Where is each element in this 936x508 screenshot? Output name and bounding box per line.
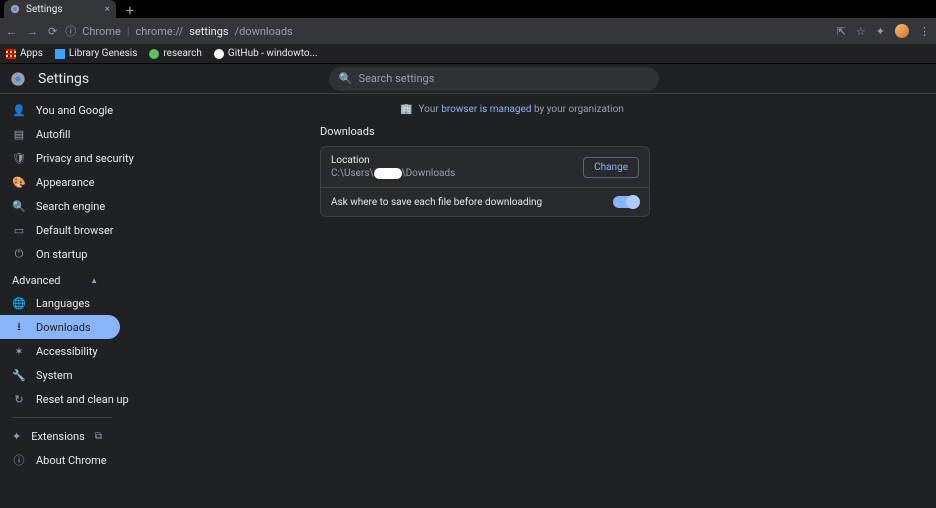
- shield-icon: 🛡: [12, 152, 26, 165]
- search-icon: 🔍: [339, 72, 353, 85]
- settings-sidebar: 👤You and Google ▤Autofill 🛡Privacy and s…: [0, 94, 150, 472]
- building-icon: 🏢: [400, 104, 412, 115]
- settings-header: Settings 🔍: [0, 64, 936, 94]
- search-icon: 🔍: [12, 200, 26, 213]
- sidebar-item-autofill[interactable]: ▤Autofill: [0, 122, 150, 146]
- downloads-card: Location C:\Users\xxxx\Downloads Change …: [320, 146, 650, 217]
- caret-icon[interactable]: ⌄: [864, 0, 872, 3]
- location-value: C:\Users\xxxx\Downloads: [331, 168, 455, 179]
- power-icon: ⏻: [12, 247, 26, 261]
- sidebar-advanced-toggle[interactable]: Advanced▲: [0, 266, 150, 291]
- menu-icon[interactable]: ⋮: [919, 25, 930, 38]
- sidebar-item-downloads[interactable]: ⭳Downloads: [0, 315, 120, 339]
- settings-content: 🏢 Your browser is managed by your organi…: [150, 94, 936, 472]
- location-label: Location: [331, 155, 455, 166]
- ask-before-download-toggle[interactable]: [613, 196, 639, 208]
- sidebar-item-appearance[interactable]: 🎨Appearance: [0, 170, 150, 194]
- ask-label: Ask where to save each file before downl…: [331, 197, 542, 208]
- info-icon: ⓘ: [12, 452, 26, 468]
- sidebar-divider: [12, 417, 112, 418]
- managed-notice: 🏢 Your browser is managed by your organi…: [400, 104, 936, 115]
- page-title: Settings: [38, 71, 89, 87]
- download-icon: ⭳: [12, 318, 26, 337]
- close-window-button[interactable]: ✕: [920, 0, 928, 3]
- accessibility-icon: ✶: [12, 345, 26, 358]
- sidebar-item-about[interactable]: ⓘAbout Chrome: [0, 448, 150, 472]
- sidebar-item-extensions[interactable]: ✦Extensions⧉: [0, 424, 150, 448]
- url-scheme: Chrome: [82, 25, 121, 38]
- back-button[interactable]: ←: [6, 25, 17, 38]
- bookmark-icon: [149, 49, 159, 59]
- sidebar-item-accessibility[interactable]: ✶Accessibility: [0, 339, 150, 363]
- sidebar-item-languages[interactable]: 🌐Languages: [0, 291, 150, 315]
- bookmark-icon: [55, 49, 65, 59]
- address-bar: ← → ⟳ ⓘ Chrome | chrome://settings/downl…: [0, 18, 936, 44]
- bookmark-star-icon[interactable]: ☆: [856, 25, 866, 38]
- bookmark-apps[interactable]: Apps: [6, 48, 43, 59]
- download-location-row: Location C:\Users\xxxx\Downloads Change: [321, 147, 649, 187]
- sidebar-item-on-startup[interactable]: ⏻On startup: [0, 242, 150, 266]
- reload-button[interactable]: ⟳: [48, 25, 57, 38]
- settings-search-input[interactable]: [329, 67, 659, 91]
- reset-icon: ↻: [12, 393, 26, 406]
- wrench-icon: 🔧: [12, 369, 26, 382]
- sidebar-item-reset[interactable]: ↻Reset and clean up: [0, 387, 150, 411]
- url-host: chrome://: [136, 25, 184, 38]
- sidebar-item-search-engine[interactable]: 🔍Search engine: [0, 194, 150, 218]
- site-info-icon[interactable]: ⓘ: [65, 23, 76, 39]
- tab-strip: Settings × + ⌄ — ☐ ✕: [0, 0, 936, 18]
- omnibox[interactable]: ⓘ Chrome | chrome://settings/downloads: [65, 23, 293, 39]
- chevron-up-icon: ▲: [90, 276, 98, 285]
- globe-icon: 🌐: [12, 297, 26, 310]
- tab-close-icon[interactable]: ×: [105, 4, 110, 15]
- new-tab-button[interactable]: +: [122, 4, 138, 18]
- person-icon: 👤: [12, 104, 26, 117]
- window-controls: ⌄ — ☐ ✕: [856, 0, 936, 3]
- tab-title: Settings: [26, 4, 63, 15]
- minimize-button[interactable]: —: [883, 0, 891, 3]
- browser-tab-settings[interactable]: Settings ×: [4, 0, 116, 18]
- sidebar-item-you-and-google[interactable]: 👤You and Google: [0, 98, 150, 122]
- paint-icon: 🎨: [12, 176, 26, 189]
- forward-button[interactable]: →: [27, 25, 38, 38]
- tab-favicon: [10, 4, 20, 14]
- puzzle-icon: ✦: [12, 430, 21, 443]
- url-path-tail: /downloads: [235, 25, 293, 38]
- profile-avatar[interactable]: [895, 24, 909, 38]
- maximize-button[interactable]: ☐: [901, 0, 910, 3]
- github-icon: [214, 49, 224, 59]
- autofill-icon: ▤: [12, 128, 26, 141]
- extensions-icon[interactable]: ✦: [876, 25, 885, 38]
- chrome-logo-icon: [10, 71, 26, 87]
- browser-icon: ▭: [12, 224, 26, 237]
- sidebar-item-default-browser[interactable]: ▭Default browser: [0, 218, 150, 242]
- url-path-main: settings: [189, 25, 228, 38]
- bookmark-github[interactable]: GitHub - windowto...: [214, 48, 318, 59]
- sidebar-item-privacy[interactable]: 🛡Privacy and security: [0, 146, 150, 170]
- change-location-button[interactable]: Change: [583, 157, 639, 178]
- bookmark-libgen[interactable]: Library Genesis: [55, 48, 137, 59]
- sidebar-item-system[interactable]: 🔧System: [0, 363, 150, 387]
- ask-before-download-row: Ask where to save each file before downl…: [321, 187, 649, 216]
- open-external-icon: ⧉: [95, 431, 102, 442]
- apps-icon: [6, 49, 16, 59]
- bookmarks-bar: Apps Library Genesis research GitHub - w…: [0, 44, 936, 64]
- section-title-downloads: Downloads: [320, 125, 936, 138]
- managed-link[interactable]: browser is managed: [441, 104, 531, 115]
- share-icon[interactable]: ⇱: [837, 25, 846, 38]
- bookmark-research[interactable]: research: [149, 48, 202, 59]
